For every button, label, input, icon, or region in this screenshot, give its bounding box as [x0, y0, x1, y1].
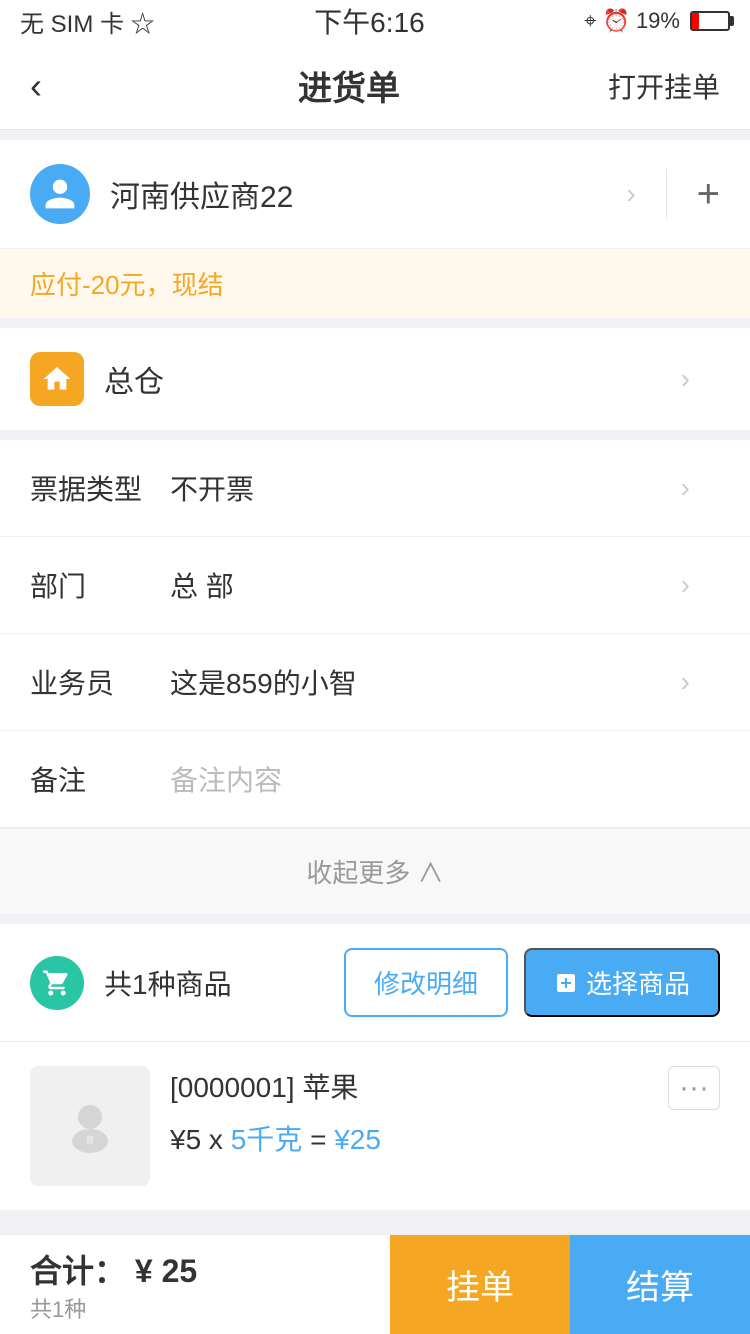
home-icon	[41, 363, 73, 395]
remark-label: 备注	[30, 759, 170, 799]
battery-icon	[690, 11, 730, 31]
product-icon	[30, 956, 84, 1010]
nav-bar: ‹ 进货单 打开挂单	[0, 42, 750, 130]
select-product-button[interactable]: 选择商品	[524, 948, 720, 1017]
warehouse-chevron-icon: ›	[681, 363, 690, 395]
svg-text:督: 督	[86, 1135, 94, 1145]
product-item: 督 [0000001] 苹果 ¥5 x 5千克 = ¥25 ···	[0, 1042, 750, 1210]
alarm-icon: ⏰	[603, 8, 630, 34]
back-button[interactable]: ‹	[30, 65, 90, 107]
status-bar: 无 SIM 卡 ☆ 下午6:16 ⌖ ⏰ 19%	[0, 0, 750, 42]
location-icon: ⌖	[584, 8, 596, 34]
bottom-bar: 合计： ¥ 25 共1种 挂单 结算	[0, 1234, 750, 1334]
supplier-row[interactable]: 河南供应商22 › +	[0, 140, 750, 249]
remark-input[interactable]: 备注内容	[170, 759, 720, 799]
invoice-type-label: 票据类型	[30, 468, 170, 508]
network-label: 无 SIM 卡 ☆	[20, 4, 155, 39]
total-count: 共1种	[30, 1292, 360, 1324]
form-card: 票据类型 不开票 › 部门 总 部 › 业务员 这是859的小智 › 备注 备注…	[0, 440, 750, 914]
department-row[interactable]: 部门 总 部 ›	[0, 537, 750, 634]
staff-label: 业务员	[30, 662, 170, 702]
product-count-label: 共1种商品	[104, 963, 344, 1003]
total-label: 合计：	[30, 1253, 126, 1289]
department-label: 部门	[30, 565, 170, 605]
suspend-button[interactable]: 挂单	[390, 1235, 570, 1334]
remark-row[interactable]: 备注 备注内容	[0, 731, 750, 828]
warehouse-card: 总仓 ›	[0, 328, 750, 430]
checkout-button[interactable]: 结算	[570, 1235, 750, 1334]
product-code: [0000001] 苹果	[170, 1072, 358, 1103]
select-product-label: 选择商品	[586, 964, 690, 1001]
staff-row[interactable]: 业务员 这是859的小智 ›	[0, 634, 750, 731]
alert-banner: 应付-20元，现结	[0, 249, 750, 318]
supplier-card: 河南供应商22 › + 应付-20元，现结	[0, 140, 750, 318]
supplier-avatar	[30, 164, 90, 224]
more-options-button[interactable]: ···	[668, 1066, 720, 1110]
product-header: 共1种商品 修改明细 选择商品	[0, 924, 750, 1042]
warehouse-icon	[30, 352, 84, 406]
product-info: [0000001] 苹果 ¥5 x 5千克 = ¥25	[170, 1066, 648, 1158]
vertical-divider	[666, 169, 667, 219]
chevron-right-icon: ›	[626, 178, 635, 210]
staff-chevron-icon: ›	[681, 666, 690, 698]
battery-percent: 19%	[636, 8, 680, 34]
total-amount: 合计： ¥ 25	[30, 1246, 360, 1292]
add-product-icon	[554, 971, 578, 995]
department-value: 总 部	[170, 565, 681, 605]
warehouse-name: 总仓	[104, 357, 681, 401]
invoice-type-value: 不开票	[170, 468, 681, 508]
product-price: ¥5 x 5千克 = ¥25	[170, 1118, 648, 1158]
warehouse-row[interactable]: 总仓 ›	[0, 328, 750, 430]
products-card: 共1种商品 修改明细 选择商品 督 [0000001] 苹果	[0, 924, 750, 1210]
total-price: ¥25	[334, 1124, 381, 1155]
invoice-chevron-icon: ›	[681, 472, 690, 504]
department-chevron-icon: ›	[681, 569, 690, 601]
total-section: 合计： ¥ 25 共1种	[0, 1235, 390, 1334]
add-supplier-button[interactable]: +	[697, 172, 720, 217]
quantity: 5千克	[231, 1124, 303, 1155]
page-title: 进货单	[298, 61, 400, 110]
product-thumbnail: 督	[30, 1066, 150, 1186]
total-value: ¥ 25	[135, 1253, 197, 1289]
open-pending-button[interactable]: 打开挂单	[608, 66, 720, 106]
status-left: 无 SIM 卡 ☆	[20, 4, 155, 39]
equals: =	[310, 1124, 334, 1155]
staff-value: 这是859的小智	[170, 662, 681, 702]
collapse-button[interactable]: 收起更多 ∧	[0, 828, 750, 914]
unit-price: ¥5 x	[170, 1124, 231, 1155]
status-time: 下午6:16	[314, 1, 425, 41]
product-name: [0000001] 苹果	[170, 1066, 648, 1106]
person-icon	[42, 176, 78, 212]
content: 河南供应商22 › + 应付-20元，现结 总仓 › 票据类型 不开票 › 部门…	[0, 130, 750, 1330]
invoice-type-row[interactable]: 票据类型 不开票 ›	[0, 440, 750, 537]
status-right: ⌖ ⏰ 19%	[584, 8, 730, 34]
supplier-name: 河南供应商22	[110, 172, 626, 216]
cart-icon	[42, 968, 72, 998]
product-image-placeholder: 督	[60, 1096, 120, 1156]
edit-detail-button[interactable]: 修改明细	[344, 948, 508, 1017]
